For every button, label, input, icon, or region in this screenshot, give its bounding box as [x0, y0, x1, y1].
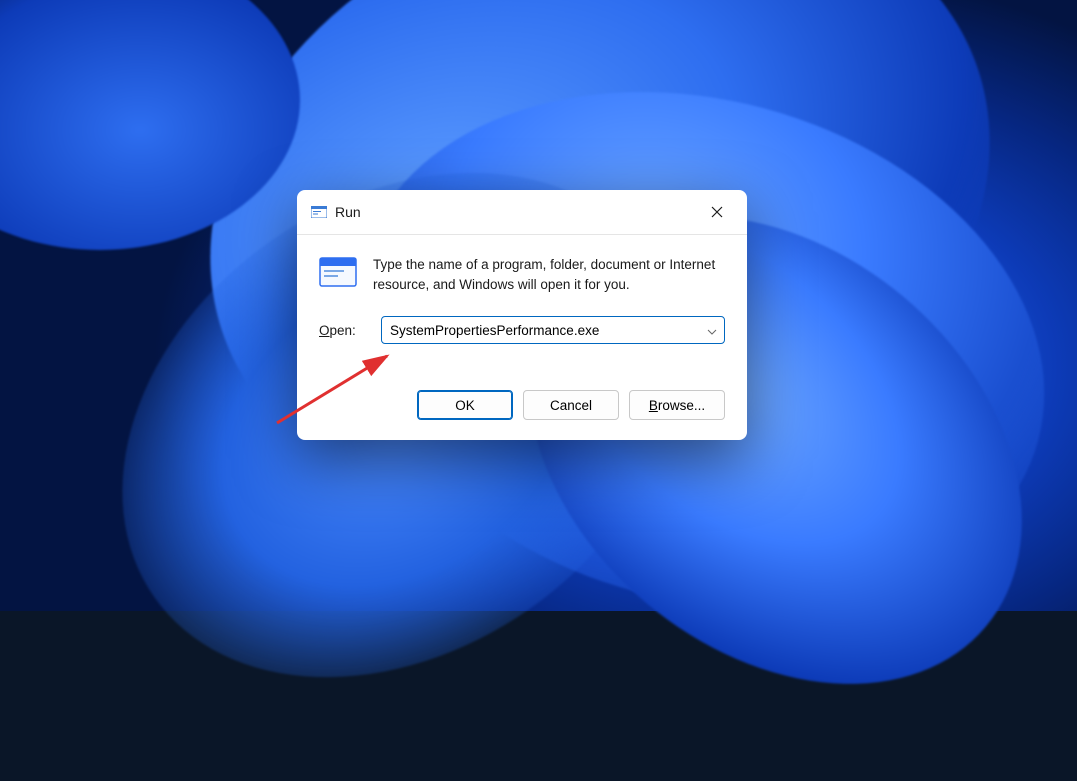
run-title-icon: [311, 205, 327, 219]
run-dialog: Run Type the name of a program, folder, …: [297, 190, 747, 440]
cancel-button[interactable]: Cancel: [523, 390, 619, 420]
open-input[interactable]: [381, 316, 725, 344]
run-program-icon: [319, 257, 357, 287]
open-combobox[interactable]: [381, 316, 725, 344]
open-label: Open:: [319, 323, 367, 338]
browse-button[interactable]: Browse...: [629, 390, 725, 420]
button-row: OK Cancel Browse...: [297, 372, 747, 440]
ok-button[interactable]: OK: [417, 390, 513, 420]
info-text: Type the name of a program, folder, docu…: [373, 255, 725, 294]
dialog-body: Type the name of a program, folder, docu…: [297, 235, 747, 372]
open-row: Open:: [319, 316, 725, 344]
close-button[interactable]: [699, 198, 735, 226]
info-row: Type the name of a program, folder, docu…: [319, 255, 725, 294]
close-icon: [711, 206, 723, 218]
titlebar[interactable]: Run: [297, 190, 747, 235]
dialog-title: Run: [335, 204, 699, 220]
